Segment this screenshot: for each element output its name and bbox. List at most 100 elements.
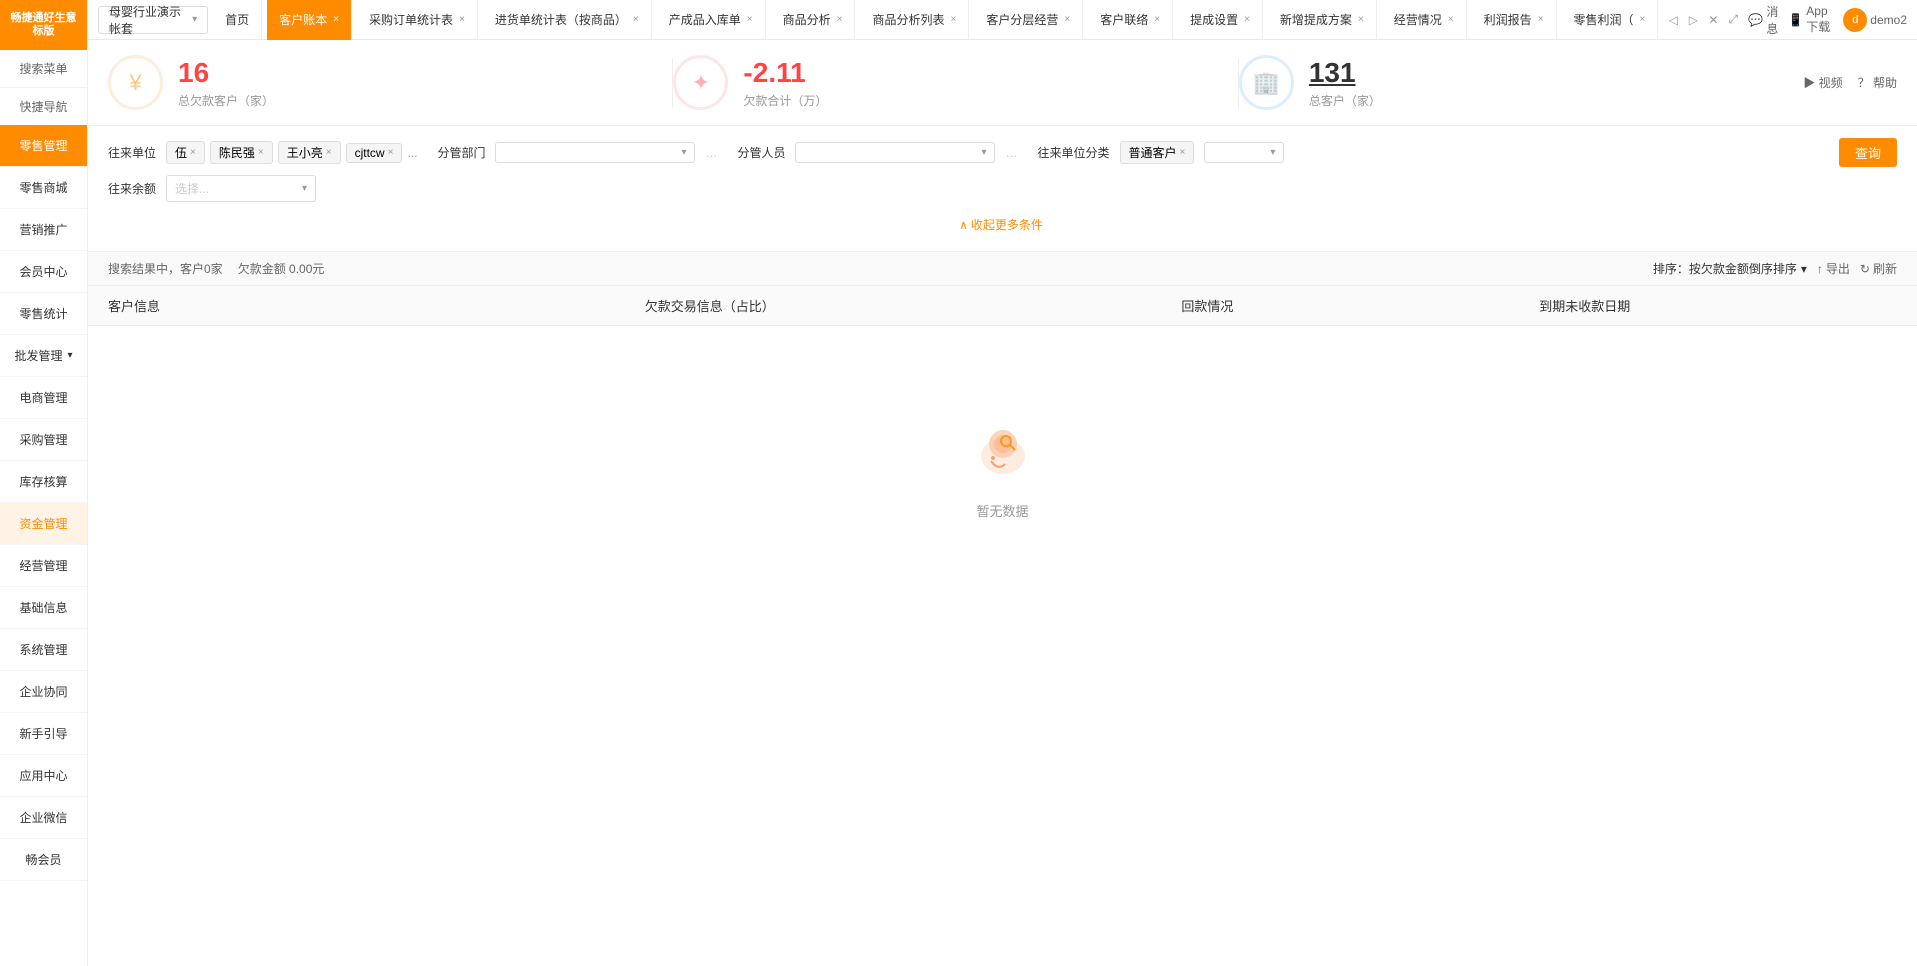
debt-customers-info: 16 总欠款客户（家） [178, 56, 274, 109]
sidebar-item-retail-stat[interactable]: 零售统计 [0, 293, 87, 335]
stats-header: ¥ 16 总欠款客户（家） ✦ -2.11 欠款合计（万） 🏢 [88, 40, 1917, 126]
unit-filter-tags: 伍 × 陈民强 × 王小亮 × cjttcw × [166, 141, 417, 164]
tab-operation-status[interactable]: 经营情况 × [1382, 0, 1467, 40]
tab-customer-contact[interactable]: 客户联络 × [1088, 0, 1173, 40]
refresh-button[interactable]: ↻ 刷新 [1860, 260, 1897, 277]
tab-next-button[interactable]: ▷ [1683, 0, 1703, 40]
tag-close-chen[interactable]: × [258, 147, 264, 158]
tab-nav-buttons: ◁ ▷ ✕ ⤢ [1663, 0, 1743, 40]
sidebar-item-retail[interactable]: 零售管理 [0, 125, 87, 167]
sidebar-search[interactable]: 搜索菜单 [0, 50, 87, 88]
tab-purchase-order[interactable]: 采购订单统计表 × [357, 0, 478, 40]
sidebar-item-purchase[interactable]: 采购管理 [0, 419, 87, 461]
tab-close-icon[interactable]: × [1064, 14, 1070, 25]
sidebar-item-finance[interactable]: 资金管理 [0, 503, 87, 545]
stat-card-debt-total: ✦ -2.11 欠款合计（万） [673, 55, 1237, 110]
user-avatar[interactable]: d demo2 [1843, 8, 1907, 32]
debt-customers-label: 总欠款客户（家） [178, 92, 274, 109]
main-content: ¥ 16 总欠款客户（家） ✦ -2.11 欠款合计（万） 🏢 [88, 40, 1917, 966]
tab-prev-button[interactable]: ◁ [1663, 0, 1683, 40]
tab-close-icon[interactable]: × [1244, 14, 1250, 25]
sidebar-item-retail-shop[interactable]: 零售商城 [0, 167, 87, 209]
tab-close-icon[interactable]: × [333, 14, 339, 25]
sidebar-item-enterprise-wechat[interactable]: 企业微信 [0, 797, 87, 839]
tab-close-icon[interactable]: × [459, 14, 465, 25]
unit-tag-chen: 陈民强 × [210, 141, 273, 164]
sidebar-item-vip[interactable]: 畅会员 [0, 839, 87, 881]
tab-close-icon[interactable]: × [951, 14, 957, 25]
person-dropdown-icon: ▾ [981, 147, 986, 158]
video-help-button[interactable]: ▶ 视频 [1803, 74, 1842, 91]
empty-state: 暂无数据 [88, 326, 1917, 600]
tab-instock-stat[interactable]: 进货单统计表（按商品） × [483, 0, 652, 40]
store-selector[interactable]: 母婴行业演示帐套 ▾ [98, 6, 208, 34]
tab-customer-account[interactable]: 客户账本 × [267, 0, 352, 40]
balance-filter-select[interactable]: 选择... ▾ [166, 175, 316, 202]
query-button[interactable]: 查询 [1839, 138, 1897, 167]
sidebar-item-app-center[interactable]: 应用中心 [0, 755, 87, 797]
tag-close-normal[interactable]: × [1180, 147, 1186, 158]
sidebar-item-ecommerce[interactable]: 电商管理 [0, 377, 87, 419]
topbar-right: 💬 消息 📱 App下载 d demo2 [1748, 3, 1907, 37]
sort-select[interactable]: 排序：按欠款金额倒序排序 ▾ [1653, 260, 1807, 277]
tab-product-analysis[interactable]: 商品分析 × [771, 0, 856, 40]
tab-retail-profit[interactable]: 零售利润（ × [1562, 0, 1659, 40]
debt-total-label: 欠款合计（万） [743, 92, 827, 109]
sidebar-item-enterprise[interactable]: 企业协同 [0, 671, 87, 713]
debt-customers-value: 16 [178, 56, 274, 90]
table-header-debt-info: 欠款交易信息（占比） [645, 296, 1182, 315]
dept-clear-icon[interactable]: … [705, 146, 717, 160]
topbar: 母婴行业演示帐套 ▾ 首页 客户账本 × 采购订单统计表 × 进货单统计表（按商… [88, 0, 1917, 40]
dept-filter-select[interactable]: ▾ [495, 142, 695, 163]
sidebar-item-operation[interactable]: 经营管理 [0, 545, 87, 587]
tab-promotion-settings[interactable]: 提成设置 × [1178, 0, 1263, 40]
tab-product-instock[interactable]: 产成品入库单 × [657, 0, 766, 40]
main-area: 母婴行业演示帐套 ▾ 首页 客户账本 × 采购订单统计表 × 进货单统计表（按商… [88, 0, 1917, 966]
tab-new-promotion[interactable]: 新增提成方案 × [1268, 0, 1377, 40]
tab-expand-button[interactable]: ⤢ [1723, 0, 1743, 40]
tab-close-icon[interactable]: × [1538, 14, 1544, 25]
sidebar-item-wholesale[interactable]: 批发管理 ▾ [0, 335, 87, 377]
tag-close-wang[interactable]: × [326, 147, 332, 158]
debt-total-value: -2.11 [743, 56, 827, 90]
unit-class-filter-select[interactable]: ▾ [1204, 142, 1284, 163]
total-customers-label: 总客户（家） [1309, 92, 1381, 109]
tab-customer-segment[interactable]: 客户分层经营 × [974, 0, 1083, 40]
table-header-repayment: 回款情况 [1181, 296, 1539, 315]
tab-close-icon[interactable]: × [747, 14, 753, 25]
tab-close-all-button[interactable]: ✕ [1703, 0, 1723, 40]
sidebar-item-system[interactable]: 系统管理 [0, 629, 87, 671]
app-download-button[interactable]: 📱 App下载 [1788, 4, 1833, 35]
sidebar-item-basic-info[interactable]: 基础信息 [0, 587, 87, 629]
filter-row-2: 往来余额 选择... ▾ [108, 175, 1897, 202]
sidebar-item-member[interactable]: 会员中心 [0, 251, 87, 293]
empty-text: 暂无数据 [976, 501, 1028, 520]
tab-profit-report[interactable]: 利润报告 × [1472, 0, 1557, 40]
unit-tags-more[interactable]: ... [407, 146, 417, 160]
unit-tag-wu: 伍 × [166, 141, 205, 164]
sidebar-item-new-guide[interactable]: 新手引导 [0, 713, 87, 755]
tab-close-icon[interactable]: × [1154, 14, 1160, 25]
person-clear-icon[interactable]: … [1005, 146, 1017, 160]
export-button[interactable]: ↑ 导出 [1817, 260, 1850, 277]
filter-collapse-button[interactable]: ∧ 收起更多条件 [108, 210, 1897, 239]
tag-close-cjttcw[interactable]: × [388, 147, 394, 158]
tab-close-icon[interactable]: × [837, 14, 843, 25]
stat-card-debt-customers: ¥ 16 总欠款客户（家） [108, 55, 672, 110]
help-button[interactable]: ？ 帮助 [1858, 74, 1897, 91]
tab-close-icon[interactable]: × [1640, 14, 1646, 25]
tag-close-wu[interactable]: × [190, 147, 196, 158]
tab-product-analysis-list[interactable]: 商品分析列表 × [860, 0, 969, 40]
message-button[interactable]: 💬 消息 [1748, 3, 1778, 37]
tab-close-icon[interactable]: × [633, 14, 639, 25]
tab-home[interactable]: 首页 [213, 0, 262, 40]
unit-filter-label: 往来单位 [108, 144, 156, 161]
sidebar-item-inventory[interactable]: 库存核算 [0, 461, 87, 503]
unit-tag-cjttcw: cjttcw × [346, 143, 403, 163]
sidebar-quick-nav[interactable]: 快捷导航 [0, 88, 87, 125]
person-filter-select[interactable]: ▾ [795, 142, 995, 163]
tab-close-icon[interactable]: × [1448, 14, 1454, 25]
sort-label: 排序：按欠款金额倒序排序 [1653, 260, 1797, 277]
sidebar-item-marketing[interactable]: 营销推广 [0, 209, 87, 251]
tab-close-icon[interactable]: × [1358, 14, 1364, 25]
